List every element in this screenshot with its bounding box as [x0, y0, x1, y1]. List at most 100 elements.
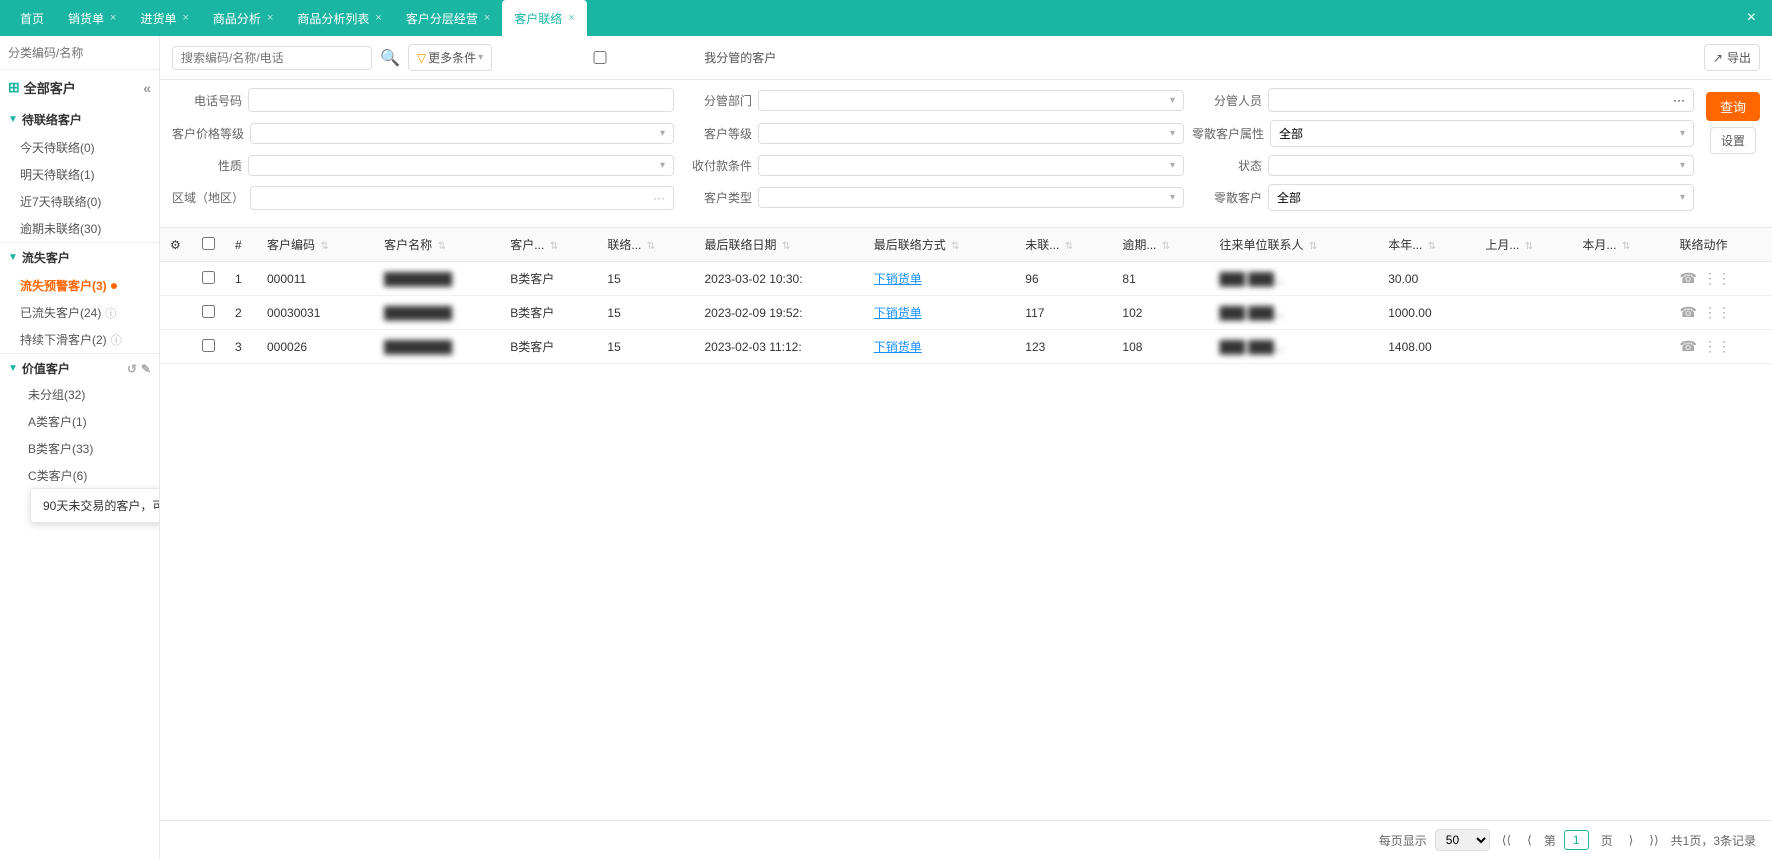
sort-this-month-icon[interactable]: ⇅ [1622, 241, 1630, 252]
filter-person-select[interactable]: ··· [1268, 88, 1694, 112]
search-button[interactable]: 🔍 [380, 48, 400, 68]
export-button[interactable]: ↗ 导出 [1704, 44, 1760, 71]
more-actions-icon[interactable]: ⋮⋮ [1703, 338, 1731, 355]
close-customer-contact-icon[interactable]: × [568, 12, 574, 24]
col-check[interactable] [192, 228, 225, 262]
settings-button[interactable]: 设置 [1710, 127, 1756, 154]
sort-level-icon[interactable]: ⇅ [550, 241, 558, 252]
my-customers-checkbox[interactable] [500, 51, 700, 64]
sidebar-search-input[interactable] [8, 46, 160, 60]
row-check-cell[interactable] [192, 296, 225, 330]
my-customers-checkbox-label[interactable]: 我分管的客户 [500, 49, 776, 66]
contact-icon[interactable]: ☎ [1680, 304, 1697, 321]
sort-unit-contact-icon[interactable]: ⇅ [1309, 241, 1317, 252]
close-purchase-icon[interactable]: × [182, 12, 188, 24]
filter-price-level-select[interactable]: ▾ [250, 123, 674, 144]
row-check-cell[interactable] [192, 330, 225, 364]
sidebar-item-class-b[interactable]: B类客户(33) [8, 435, 151, 462]
sidebar-item-class-a[interactable]: A类客户(1) [8, 408, 151, 435]
close-sales-icon[interactable]: × [110, 12, 116, 24]
query-button[interactable]: 查询 [1706, 92, 1760, 121]
sidebar-value-title[interactable]: ▼ 价值客户 ↺ ✎ [8, 360, 151, 377]
tab-analysis-list[interactable]: 商品分析列表 × [285, 0, 393, 36]
more-actions-icon[interactable]: ⋮⋮ [1703, 304, 1731, 321]
sort-contact-icon[interactable]: ⇅ [647, 241, 655, 252]
first-page-button[interactable]: ⟨⟨ [1498, 831, 1515, 849]
sidebar-item-tomorrow[interactable]: 明天待联络(1) [0, 161, 159, 188]
sort-code-icon[interactable]: ⇅ [320, 241, 328, 252]
col-level[interactable]: 客户... ⇅ [500, 228, 597, 262]
filter-retail-customer-select[interactable]: 全部 ▾ [1268, 184, 1694, 211]
col-name[interactable]: 客户名称 ⇅ [374, 228, 500, 262]
filter-region-select[interactable]: ··· [250, 186, 674, 210]
close-analysis-icon[interactable]: × [267, 12, 273, 24]
tab-customer-layer[interactable]: 客户分层经营 × [394, 0, 502, 36]
col-this-month[interactable]: 本月... ⇅ [1572, 228, 1669, 262]
last-method-link[interactable]: 下销货单 [874, 272, 922, 286]
sidebar-item-class-c[interactable]: C类客户(6) [8, 462, 151, 489]
sort-last-month-icon[interactable]: ⇅ [1525, 241, 1533, 252]
filter-payment-select[interactable]: ▾ [758, 155, 1184, 176]
col-code[interactable]: 客户编码 ⇅ [257, 228, 374, 262]
prev-page-button[interactable]: ⟨ [1523, 831, 1536, 849]
col-uncontacted[interactable]: 未联... ⇅ [1015, 228, 1112, 262]
filter-dept-select[interactable]: ▾ [758, 90, 1184, 111]
window-close-button[interactable]: × [1739, 9, 1764, 27]
sidebar-collapse-icon[interactable]: « [143, 80, 151, 96]
col-contact[interactable]: 联络... ⇅ [597, 228, 694, 262]
search-input[interactable] [172, 46, 372, 70]
filter-customer-type-select[interactable]: ▾ [758, 187, 1184, 208]
settings-icon[interactable]: ⚙ [170, 238, 181, 252]
sort-overdue-icon[interactable]: ⇅ [1162, 241, 1170, 252]
col-unit-contact[interactable]: 往来单位联系人 ⇅ [1209, 228, 1378, 262]
last-method-link[interactable]: 下销货单 [874, 306, 922, 320]
last-method-link[interactable]: 下销货单 [874, 340, 922, 354]
more-actions-icon[interactable]: ⋮⋮ [1703, 270, 1731, 287]
row-check-cell[interactable] [192, 262, 225, 296]
contact-icon[interactable]: ☎ [1680, 338, 1697, 355]
edit-icon[interactable]: ✎ [141, 362, 151, 376]
sidebar-item-overdue[interactable]: 逾期未联络(30) [0, 215, 159, 242]
tab-analysis[interactable]: 商品分析 × [201, 0, 285, 36]
sidebar-item-declining[interactable]: 持续下滑客户(2) ⓘ [0, 326, 159, 353]
col-last-month[interactable]: 上月... ⇅ [1475, 228, 1572, 262]
sidebar-section-pending-title[interactable]: ▼ 待联络客户 [0, 105, 159, 134]
filter-status-select[interactable]: ▾ [1268, 155, 1694, 176]
sidebar-root-label[interactable]: 全部客户 [24, 78, 76, 97]
row-checkbox[interactable] [202, 305, 215, 318]
sidebar-item-predicted-lost[interactable]: 流失预警客户(3) [0, 272, 159, 299]
tab-sales[interactable]: 销货单 × [56, 0, 128, 36]
refresh-icon[interactable]: ↺ [127, 362, 137, 376]
contact-icon[interactable]: ☎ [1680, 270, 1697, 287]
sidebar-item-today[interactable]: 今天待联络(0) [0, 134, 159, 161]
sort-last-method-icon[interactable]: ⇅ [951, 241, 959, 252]
tab-purchase[interactable]: 进货单 × [128, 0, 200, 36]
sort-name-icon[interactable]: ⇅ [438, 241, 446, 252]
close-customer-layer-icon[interactable]: × [484, 12, 490, 24]
next-page-button[interactable]: ⟩ [1625, 831, 1638, 849]
sidebar-item-already-lost[interactable]: 已流失客户(24) ⓘ [0, 299, 159, 326]
col-last-date[interactable]: 最后联络日期 ⇅ [694, 228, 863, 262]
close-analysis-list-icon[interactable]: × [375, 12, 381, 24]
filter-retail-attr-select[interactable]: 全部 ▾ [1270, 120, 1694, 147]
filter-phone-input[interactable] [248, 88, 674, 112]
filter-button[interactable]: ▽ 更多条件 ▾ [408, 44, 492, 71]
row-checkbox[interactable] [202, 271, 215, 284]
sidebar-item-week[interactable]: 近7天待联络(0) [0, 188, 159, 215]
sort-this-year-icon[interactable]: ⇅ [1428, 241, 1436, 252]
per-page-select[interactable]: 50 100 [1435, 829, 1490, 851]
sidebar-section-lost-title[interactable]: ▼ 流失客户 [0, 243, 159, 272]
sidebar-item-unsorted[interactable]: 未分组(32) [8, 381, 151, 408]
filter-customer-level-select[interactable]: ▾ [758, 123, 1184, 144]
select-all-checkbox[interactable] [202, 237, 215, 250]
tab-home[interactable]: 首页 [8, 0, 56, 36]
filter-nature-select[interactable]: ▾ [248, 155, 674, 176]
row-checkbox[interactable] [202, 339, 215, 352]
last-page-button[interactable]: ⟩⟩ [1645, 831, 1662, 849]
col-settings[interactable]: ⚙ [160, 228, 192, 262]
sort-last-date-icon[interactable]: ⇅ [782, 241, 790, 252]
col-overdue[interactable]: 逾期... ⇅ [1112, 228, 1209, 262]
sort-uncontacted-icon[interactable]: ⇅ [1065, 241, 1073, 252]
tab-customer-contact[interactable]: 客户联络 × [502, 0, 586, 36]
col-last-method[interactable]: 最后联络方式 ⇅ [864, 228, 1016, 262]
